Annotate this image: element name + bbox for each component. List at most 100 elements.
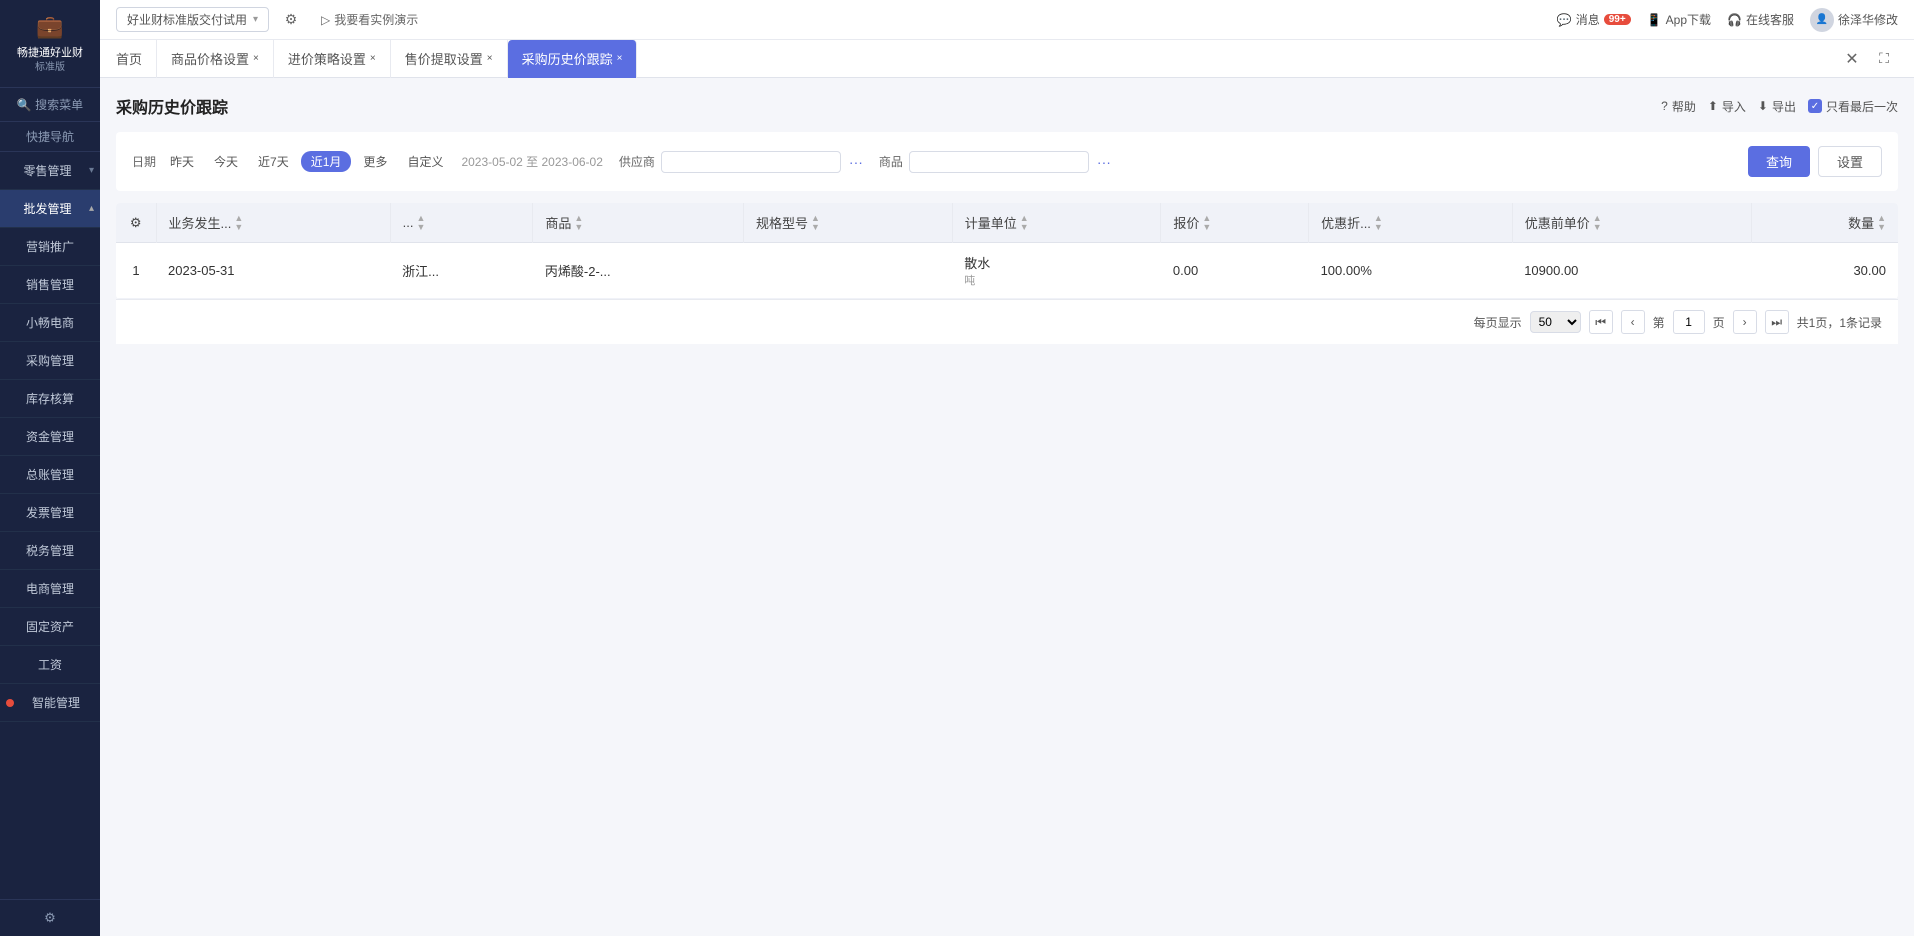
col-discount[interactable]: 优惠折... ▲▼	[1309, 203, 1513, 243]
expand-panel-btn[interactable]: ⛶	[1870, 45, 1898, 73]
demo-label: 我要看实例演示	[334, 11, 418, 28]
sort-icon: ▲▼	[416, 214, 425, 232]
last-page-btn[interactable]: ⏭	[1765, 310, 1789, 334]
filter-actions: 查询 设置	[1748, 146, 1882, 177]
demo-btn[interactable]: ▷ 我要看实例演示	[321, 11, 418, 28]
sidebar-item-salary[interactable]: 工资	[0, 646, 100, 684]
only-last-label: 只看最后一次	[1826, 98, 1898, 115]
play-icon: ▷	[321, 13, 330, 27]
sidebar-item-ledger[interactable]: 总账管理	[0, 456, 100, 494]
tab-goods-price[interactable]: 商品价格设置 ×	[157, 40, 274, 78]
supplier-input[interactable]	[661, 151, 841, 173]
quick-nav[interactable]: 快捷导航	[0, 122, 100, 152]
data-table-wrapper: ⚙ 业务发生... ▲▼ ... ▲▼	[116, 203, 1898, 299]
sidebar-item-ecommerce[interactable]: 电商管理	[0, 570, 100, 608]
col-settings[interactable]: ⚙	[116, 203, 156, 243]
page-header: 采购历史价跟踪 ? 帮助 ⬆ 导入 ⬇ 导出 ✓ 只看最后一次	[116, 94, 1898, 118]
app-download-btn[interactable]: 📱 App下载	[1647, 11, 1711, 28]
col-quantity[interactable]: 数量 ▲▼	[1751, 203, 1898, 243]
col-extra[interactable]: ... ▲▼	[390, 203, 533, 243]
date-label: 日期	[132, 153, 156, 170]
date-btn-yesterday[interactable]: 昨天	[162, 151, 202, 172]
tab-cost-strategy[interactable]: 进价策略设置 ×	[274, 40, 391, 78]
sidebar-item-assets[interactable]: 固定资产	[0, 608, 100, 646]
cell-spec	[743, 243, 952, 299]
goods-label: 商品	[879, 153, 903, 170]
sidebar-item-sales[interactable]: 销售管理	[0, 266, 100, 304]
pagination-bar: 每页显示 20 50 100 ⏮ ‹ 第 页 › ⏭ 共1页，1条记录	[116, 299, 1898, 344]
sort-icon: ▲▼	[1020, 214, 1029, 232]
cell-unit: 散水 吨	[952, 243, 1161, 299]
messages-btn[interactable]: 💬 消息 99+	[1557, 11, 1631, 28]
tab-home[interactable]: 首页	[116, 40, 157, 78]
per-page-select[interactable]: 20 50 100	[1530, 311, 1581, 333]
sort-icon: ▲▼	[811, 214, 820, 232]
date-btn-1month[interactable]: 近1月	[301, 151, 352, 172]
page-input[interactable]	[1673, 310, 1705, 334]
dot-indicator	[6, 699, 14, 707]
sidebar-item-ecommerce-xiao[interactable]: 小畅电商	[0, 304, 100, 342]
goods-dots-btn[interactable]: ···	[1097, 154, 1111, 170]
import-btn[interactable]: ⬆ 导入	[1708, 98, 1746, 115]
user-info[interactable]: 👤 徐泽华修改	[1810, 8, 1898, 32]
col-quote[interactable]: 报价 ▲▼	[1161, 203, 1309, 243]
sidebar-item-tax[interactable]: 税务管理	[0, 532, 100, 570]
sort-icon: ▲▼	[574, 214, 583, 232]
only-last-checkbox[interactable]: ✓ 只看最后一次	[1808, 98, 1898, 115]
first-page-btn[interactable]: ⏮	[1589, 310, 1613, 334]
date-btn-more[interactable]: 更多	[355, 151, 395, 172]
search-menu[interactable]: 🔍 搜索菜单	[0, 88, 100, 122]
version-selector[interactable]: 好业财标准版交付试用 ▾	[116, 7, 269, 32]
col-date[interactable]: 业务发生... ▲▼	[156, 203, 390, 243]
supplier-dots-btn[interactable]: ···	[849, 154, 863, 170]
goods-input[interactable]	[909, 151, 1089, 173]
col-spec[interactable]: 规格型号 ▲▼	[743, 203, 952, 243]
sidebar-item-wholesale[interactable]: 批发管理 ▴	[0, 190, 100, 228]
sidebar-item-inventory[interactable]: 库存核算	[0, 380, 100, 418]
table-row: 1 2023-05-31 浙江... 丙烯酸-2-... 散水 吨 0.00 1…	[116, 243, 1898, 299]
table-header-row: ⚙ 业务发生... ▲▼ ... ▲▼	[116, 203, 1898, 243]
sort-icon: ▲▼	[234, 214, 243, 232]
help-btn[interactable]: ? 帮助	[1661, 98, 1696, 115]
close-icon[interactable]: ×	[487, 53, 493, 64]
col-before-price[interactable]: 优惠前单价 ▲▼	[1512, 203, 1751, 243]
settings-btn[interactable]: 设置	[1818, 146, 1882, 177]
date-btn-custom[interactable]: 自定义	[399, 151, 451, 172]
headset-icon: 🎧	[1727, 13, 1742, 27]
avatar: 👤	[1810, 8, 1834, 32]
import-icon: ⬆	[1708, 99, 1718, 113]
settings-btn[interactable]: ⚙	[277, 6, 305, 34]
query-btn[interactable]: 查询	[1748, 146, 1810, 177]
cell-quantity: 30.00	[1751, 243, 1898, 299]
sidebar-item-marketing[interactable]: 营销推广	[0, 228, 100, 266]
user-name: 徐泽华修改	[1838, 11, 1898, 28]
tab-purchase-price-track[interactable]: 采购历史价跟踪 ×	[508, 40, 638, 78]
page-suffix: 页	[1713, 314, 1725, 331]
close-icon[interactable]: ×	[253, 53, 259, 64]
close-icon[interactable]: ×	[370, 53, 376, 64]
date-btn-7days[interactable]: 近7天	[250, 151, 297, 172]
sidebar-item-ai[interactable]: 智能管理	[0, 684, 100, 722]
next-page-btn[interactable]: ›	[1733, 310, 1757, 334]
app-logo[interactable]: 💼 畅捷通好业财 标准版	[0, 0, 100, 88]
online-service-btn[interactable]: 🎧 在线客服	[1727, 11, 1794, 28]
date-btn-today[interactable]: 今天	[206, 151, 246, 172]
gear-icon: ⚙	[285, 11, 298, 28]
close-panel-btn[interactable]: ✕	[1838, 45, 1866, 73]
export-btn[interactable]: ⬇ 导出	[1758, 98, 1796, 115]
sidebar-settings-btn[interactable]: ⚙	[0, 899, 100, 936]
gear-icon: ⚙	[44, 910, 56, 925]
close-icon[interactable]: ×	[617, 53, 623, 64]
sort-icon: ▲▼	[1202, 214, 1211, 232]
col-goods[interactable]: 商品 ▲▼	[533, 203, 744, 243]
prev-page-btn[interactable]: ‹	[1621, 310, 1645, 334]
col-unit[interactable]: 计量单位 ▲▼	[952, 203, 1161, 243]
date-range: 2023-05-02 至 2023-06-02	[461, 153, 602, 170]
sidebar-item-finance[interactable]: 资金管理	[0, 418, 100, 456]
sidebar-item-invoice[interactable]: 发票管理	[0, 494, 100, 532]
sidebar-item-purchase[interactable]: 采购管理	[0, 342, 100, 380]
cell-index: 1	[116, 243, 156, 299]
tab-price-extract[interactable]: 售价提取设置 ×	[391, 40, 508, 78]
sidebar-item-retail[interactable]: 零售管理 ▾	[0, 152, 100, 190]
sort-icon: ▲▼	[1877, 214, 1886, 232]
